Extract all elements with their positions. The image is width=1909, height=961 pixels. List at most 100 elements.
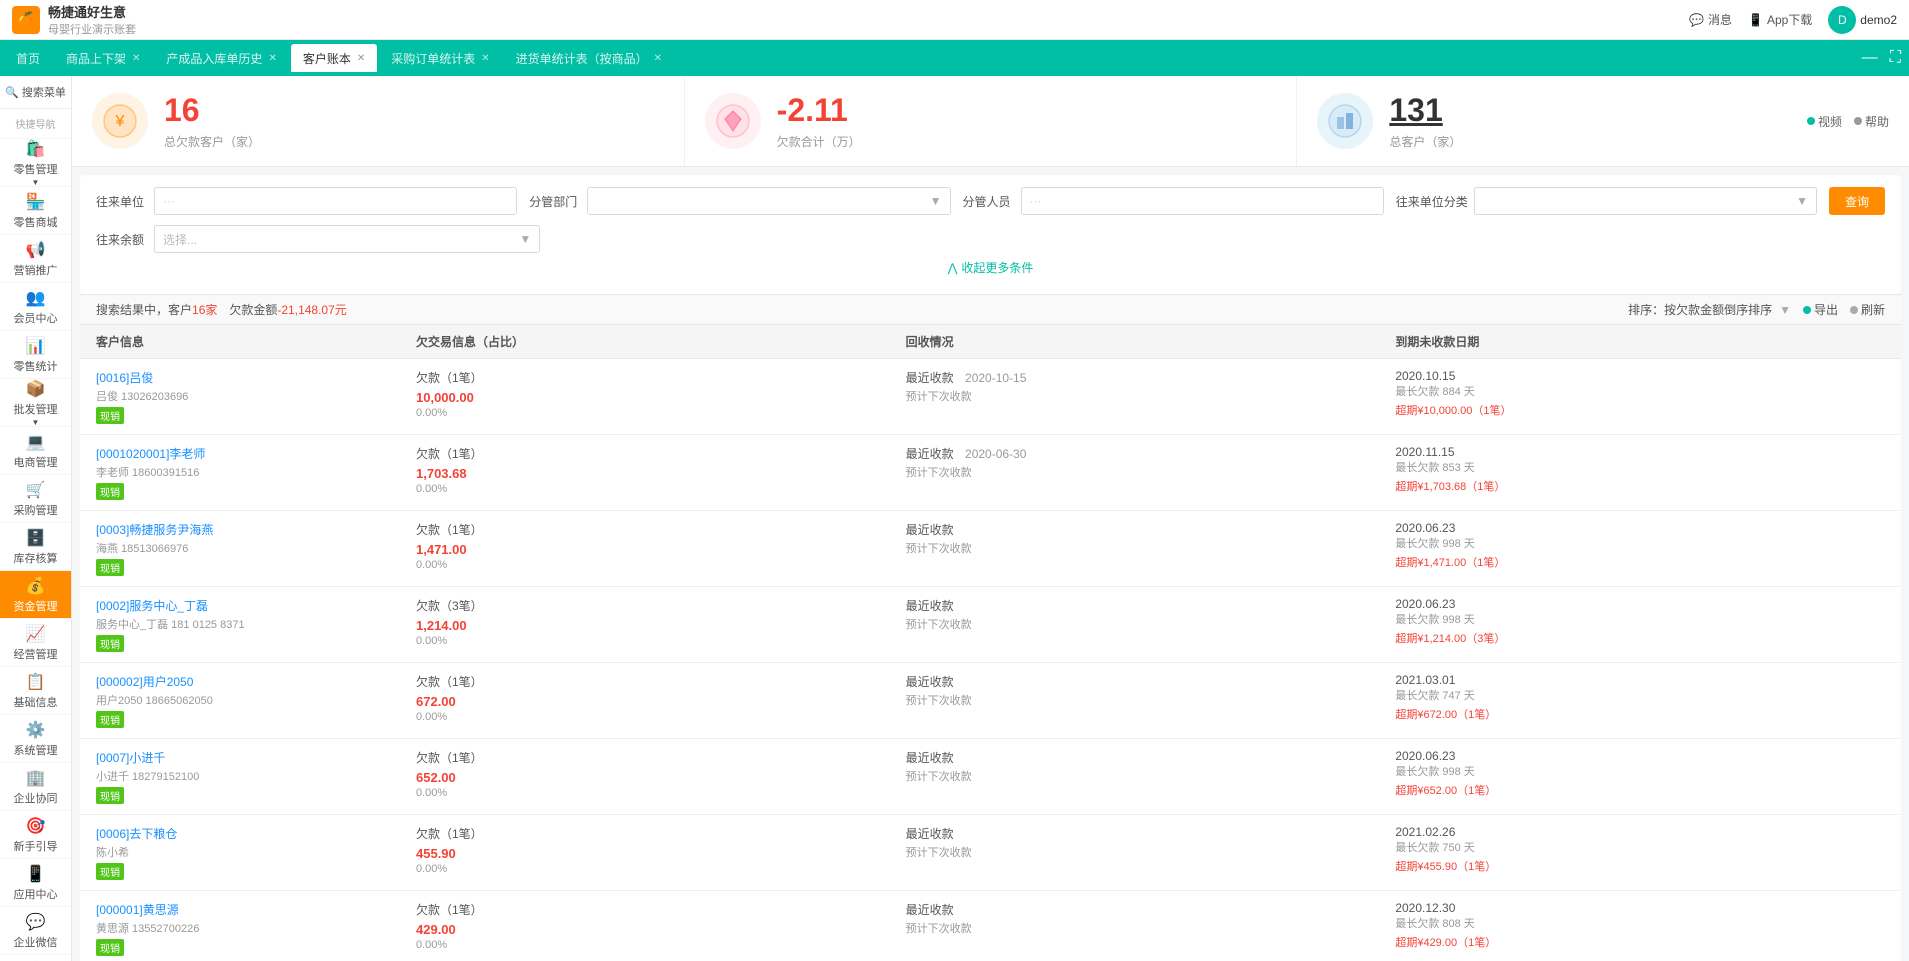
repay-info-cell: 最近收款 预计下次收款 (906, 597, 1396, 632)
tab-home[interactable]: 首页 (4, 44, 52, 72)
repay-next-label: 预计下次收款 (906, 768, 1396, 784)
source-unit-input[interactable]: ··· (154, 187, 517, 215)
sidebar-item-basic-info[interactable]: 📋 基础信息 (0, 667, 71, 715)
sidebar-item-operations[interactable]: 📈 经营管理 (0, 619, 71, 667)
due-date: 2020.11.15 (1395, 445, 1885, 459)
tab-close-icon[interactable]: ✕ (357, 53, 365, 64)
tab-customer-account[interactable]: 客户账本 ✕ (291, 44, 377, 72)
sort-select[interactable]: 排序：按欠款金额倒序排序 ▼ (1628, 301, 1791, 318)
app-download-btn[interactable]: 📱 App下载 (1748, 11, 1812, 28)
overdue-amount-link[interactable]: 超期¥1,703.68（1笔） (1395, 478, 1885, 494)
repay-recent-label: 最近收款 (906, 521, 1396, 538)
sidebar-item-purchase[interactable]: 🛒 采购管理 (0, 475, 71, 523)
search-button[interactable]: 查询 (1829, 187, 1885, 215)
customer-name-link[interactable]: [0016]吕俊 (96, 371, 153, 385)
collapse-bar[interactable]: ⋀ 收起更多条件 (96, 253, 1885, 282)
overdue-days: 最长欠款 998 天 (1395, 535, 1885, 551)
sidebar-item-app-center-label: 应用中心 (14, 886, 58, 902)
person-input[interactable]: ··· (1021, 187, 1384, 215)
department-input[interactable]: ▼ (587, 187, 950, 215)
sidebar-item-ecommerce[interactable]: 💻 电商管理 (0, 427, 71, 475)
tab-home-label: 首页 (16, 50, 40, 67)
tab-product-on-off[interactable]: 商品上下架 ✕ (54, 44, 152, 72)
sidebar-item-newbie-label: 新手引导 (14, 838, 58, 854)
debt-amount: 1,471.00 (416, 542, 906, 557)
customer-name-link[interactable]: [000001]黄思源 (96, 903, 179, 917)
tab-close-icon[interactable]: ✕ (654, 53, 662, 64)
tab-purchase-order[interactable]: 采购订单统计表 ✕ (379, 44, 501, 72)
tab-product-history-label: 产成品入库单历史 (166, 50, 262, 67)
sidebar-item-operations-label: 经营管理 (14, 646, 58, 662)
sidebar-item-retail-stats[interactable]: 📊 零售统计 (0, 331, 71, 379)
overdue-amount-link[interactable]: 超期¥429.00（1笔） (1395, 934, 1885, 950)
overdue-days: 最长欠款 884 天 (1395, 383, 1885, 399)
sidebar-item-newbie[interactable]: 🎯 新手引导 (0, 811, 71, 859)
app-center-icon: 📱 (26, 864, 46, 884)
sidebar-item-inventory[interactable]: 🗄️ 库存核算 (0, 523, 71, 571)
tab-purchase-stats[interactable]: 进货单统计表（按商品） ✕ (504, 44, 674, 72)
sidebar-item-enterprise[interactable]: 🏢 企业协同 (0, 763, 71, 811)
customer-info-cell: [0001020001]李老师 李老师 18600391516 现销 (96, 445, 416, 500)
repay-recent-label: 最近收款 (906, 749, 1396, 766)
sidebar-item-retail-mgmt[interactable]: 🛍️ 零售管理 (0, 139, 71, 187)
refresh-btn[interactable]: 刷新 (1850, 301, 1885, 318)
sidebar-item-retail-stats-label: 零售统计 (14, 358, 58, 374)
debt-info-cell: 欠款（1笔） 672.00 0.00% (416, 673, 906, 723)
sidebar-item-member2[interactable]: ⭐ 畅会员 (0, 955, 71, 961)
sidebar-item-retail-store[interactable]: 🏪 零售商城 (0, 187, 71, 235)
tab-close-icon[interactable]: ✕ (132, 53, 140, 64)
customer-tag: 现销 (96, 939, 124, 956)
nav-expand-icon[interactable]: ⛶ (1886, 49, 1905, 67)
user-area[interactable]: D demo2 (1828, 6, 1897, 34)
source-unit-label: 往来单位 (96, 193, 148, 210)
balance-select[interactable]: 选择... ▼ (154, 225, 540, 253)
sidebar-item-app-center[interactable]: 📱 应用中心 (0, 859, 71, 907)
balance-label: 往来余额 (96, 231, 148, 248)
sidebar-item-marketing-label: 营销推广 (14, 262, 58, 278)
debt-info-cell: 欠款（1笔） 455.90 0.00% (416, 825, 906, 875)
sidebar-search-btn[interactable]: 🔍 搜索菜单 (0, 76, 71, 109)
customer-name-link[interactable]: [0001020001]李老师 (96, 447, 205, 461)
tab-product-history[interactable]: 产成品入库单历史 ✕ (154, 44, 288, 72)
customer-tag: 现销 (96, 863, 124, 880)
repay-recent-label: 最近收款 (906, 825, 1396, 842)
video-btn[interactable]: 视频 (1807, 113, 1842, 130)
overdue-amount-link[interactable]: 超期¥1,214.00（3笔） (1395, 630, 1885, 646)
customer-contact: 小进千 18279152100 (96, 768, 416, 784)
overdue-amount-link[interactable]: 超期¥1,471.00（1笔） (1395, 554, 1885, 570)
logo-area: 🍊 畅捷通好生意 母婴行业演示账套 (12, 2, 136, 37)
overdue-amount-link[interactable]: 超期¥672.00（1笔） (1395, 706, 1885, 722)
help-btn[interactable]: 帮助 (1854, 113, 1889, 130)
customer-name-link[interactable]: [0002]服务中心_丁磊 (96, 599, 208, 613)
customer-name-link[interactable]: [0006]去下粮仓 (96, 827, 177, 841)
nav-minimize-icon[interactable]: — (1858, 49, 1882, 67)
repay-next-label: 预计下次收款 (906, 920, 1396, 936)
export-btn[interactable]: 导出 (1803, 301, 1838, 318)
overdue-amount-link[interactable]: 超期¥10,000.00（1笔） (1395, 402, 1885, 418)
table-row: [000001]黄思源 黄思源 13552700226 现销 欠款（1笔） 42… (80, 891, 1901, 961)
debt-info-cell: 欠款（1笔） 652.00 0.00% (416, 749, 906, 799)
tab-close-icon[interactable]: ✕ (481, 53, 489, 64)
stat-value-debt-customers: 16 (164, 92, 260, 129)
customer-name-link[interactable]: [0007]小进千 (96, 751, 165, 765)
sidebar-item-batch-mgmt[interactable]: 📦 批发管理 (0, 379, 71, 427)
tab-close-icon[interactable]: ✕ (268, 53, 276, 64)
sidebar-item-marketing[interactable]: 📢 营销推广 (0, 235, 71, 283)
sidebar-item-finance[interactable]: 💰 资金管理 (0, 571, 71, 619)
due-date-cell: 2020.11.15 最长欠款 853 天 超期¥1,703.68（1笔） (1395, 445, 1885, 494)
sidebar-item-corp-wechat[interactable]: 💬 企业微信 (0, 907, 71, 955)
result-prefix: 搜索结果中，客户 (96, 303, 192, 317)
debt-info-text: 欠款（1笔） (416, 369, 906, 386)
sidebar-item-ecommerce-label: 电商管理 (14, 454, 58, 470)
unit-class-input[interactable]: ▼ (1474, 187, 1817, 215)
sidebar-item-member[interactable]: 👥 会员中心 (0, 283, 71, 331)
message-btn[interactable]: 💬 消息 (1689, 11, 1732, 28)
overdue-amount-link[interactable]: 超期¥652.00（1笔） (1395, 782, 1885, 798)
overdue-amount-link[interactable]: 超期¥455.90（1笔） (1395, 858, 1885, 874)
customer-name-link[interactable]: [000002]用户2050 (96, 675, 193, 689)
filter-person: 分管人员 ··· (963, 187, 1384, 215)
stat-info-debt-customers: 16 总欠款客户（家） (164, 92, 260, 150)
sidebar-item-system[interactable]: ⚙️ 系统管理 (0, 715, 71, 763)
customer-info-cell: [0006]去下粮仓 陈小希 现销 (96, 825, 416, 880)
customer-name-link[interactable]: [0003]畅捷服务尹海燕 (96, 523, 213, 537)
